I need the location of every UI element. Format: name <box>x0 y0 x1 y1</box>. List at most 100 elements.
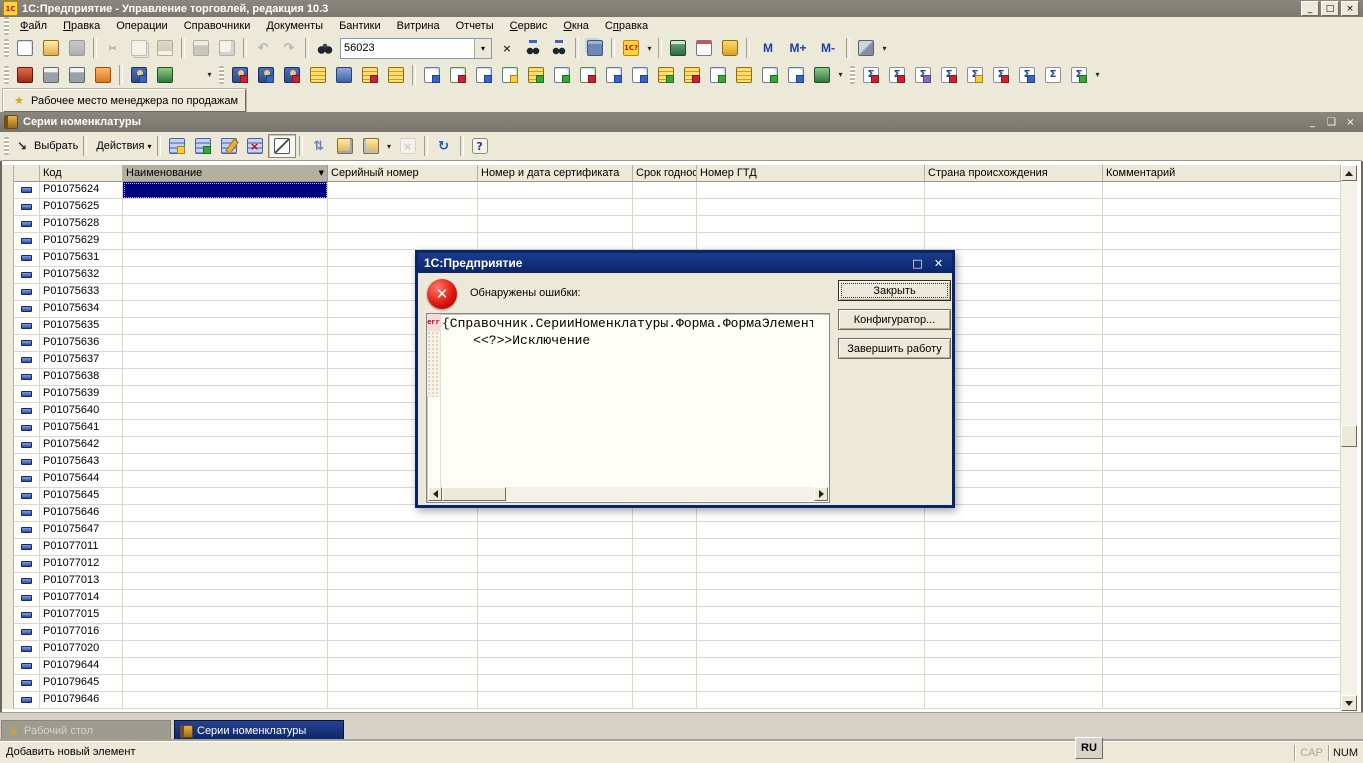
paste-icon[interactable] <box>152 37 178 59</box>
data-cell[interactable] <box>1103 284 1341 301</box>
cash-document-icon[interactable] <box>731 64 757 86</box>
print-document-icon[interactable] <box>64 64 90 86</box>
item-marker-cell[interactable] <box>14 386 40 403</box>
data-cell[interactable] <box>123 420 328 437</box>
help-dropdown-icon[interactable]: ▾ <box>644 37 655 59</box>
scroll-down-icon[interactable] <box>1341 695 1357 711</box>
data-cell[interactable] <box>123 607 328 624</box>
document-approve-icon[interactable] <box>705 64 731 86</box>
data-cell[interactable] <box>1103 590 1341 607</box>
data-cell[interactable] <box>1103 437 1341 454</box>
data-cell[interactable] <box>1103 420 1341 437</box>
data-cell[interactable] <box>123 573 328 590</box>
lock-session-icon[interactable] <box>717 37 743 59</box>
code-cell[interactable]: P01075628 <box>40 216 123 233</box>
language-indicator[interactable]: RU <box>1075 737 1103 759</box>
filter-settings-icon[interactable] <box>358 135 384 157</box>
cash-dropdown-icon[interactable]: ▾ <box>204 64 215 86</box>
toolbar-grip[interactable] <box>4 65 9 84</box>
end-session-button[interactable]: Завершить работу <box>838 338 951 359</box>
document-discount-icon[interactable] <box>757 64 783 86</box>
data-cell[interactable] <box>925 590 1103 607</box>
data-cell[interactable] <box>478 641 633 658</box>
menu-item-3[interactable]: Справочники <box>176 18 259 34</box>
table-row[interactable]: P01077014 <box>2 590 1361 607</box>
item-marker-cell[interactable] <box>14 573 40 590</box>
code-cell[interactable]: P01075638 <box>40 369 123 386</box>
data-cell[interactable] <box>123 233 328 250</box>
redo-icon[interactable]: ↷ <box>276 37 302 59</box>
data-cell[interactable] <box>633 675 697 692</box>
undo-icon[interactable]: ↶ <box>250 37 276 59</box>
data-cell[interactable] <box>123 335 328 352</box>
data-cell[interactable] <box>328 233 478 250</box>
menu-grip[interactable] <box>4 17 9 35</box>
item-marker-cell[interactable] <box>14 437 40 454</box>
data-cell[interactable] <box>328 522 478 539</box>
item-marker-cell[interactable] <box>14 284 40 301</box>
item-marker-cell[interactable] <box>14 250 40 267</box>
data-cell[interactable] <box>1103 233 1341 250</box>
data-cell[interactable] <box>1103 386 1341 403</box>
print-icon[interactable] <box>188 37 214 59</box>
data-cell[interactable] <box>1103 607 1341 624</box>
item-marker-cell[interactable] <box>14 182 40 199</box>
data-cell[interactable] <box>697 233 925 250</box>
remove-money-icon[interactable] <box>679 64 705 86</box>
code-cell[interactable]: P01075634 <box>40 301 123 318</box>
data-cell[interactable] <box>1103 505 1341 522</box>
data-cell[interactable] <box>478 199 633 216</box>
table-row[interactable]: P01077016 <box>2 624 1361 641</box>
calculator-icon[interactable] <box>665 37 691 59</box>
item-marker-cell[interactable] <box>14 369 40 386</box>
data-cell[interactable] <box>123 505 328 522</box>
data-cell[interactable] <box>697 199 925 216</box>
close-dialog-button[interactable]: Закрыть <box>838 280 951 301</box>
data-cell[interactable] <box>478 522 633 539</box>
print-form-icon[interactable] <box>90 64 116 86</box>
money-exchange-icon[interactable] <box>523 64 549 86</box>
data-cell[interactable] <box>123 267 328 284</box>
cash-register-icon[interactable] <box>178 64 204 86</box>
help-1c-icon[interactable]: 1С? <box>618 37 644 59</box>
clear-filter-icon[interactable]: × <box>395 135 421 157</box>
actions-button[interactable]: Действия ▾ <box>90 135 153 157</box>
data-cell[interactable] <box>697 573 925 590</box>
data-cell[interactable] <box>1103 556 1341 573</box>
money-icon[interactable] <box>383 64 409 86</box>
customer-invoice-icon[interactable] <box>305 64 331 86</box>
menu-item-5[interactable]: Бантики <box>331 18 389 34</box>
data-cell[interactable] <box>123 386 328 403</box>
code-cell[interactable]: P01075625 <box>40 199 123 216</box>
data-cell[interactable] <box>925 233 1103 250</box>
column-header-2[interactable]: Наименование ▼ <box>123 165 328 182</box>
item-marker-cell[interactable] <box>14 403 40 420</box>
data-cell[interactable] <box>123 301 328 318</box>
data-cell[interactable] <box>1103 658 1341 675</box>
item-marker-cell[interactable] <box>14 505 40 522</box>
data-cell[interactable] <box>1103 471 1341 488</box>
data-cell[interactable] <box>123 692 328 709</box>
data-cell[interactable] <box>1103 199 1341 216</box>
toolbar-grip[interactable] <box>4 137 9 155</box>
memory-m-button[interactable]: M <box>753 37 783 59</box>
save-icon[interactable] <box>64 37 90 59</box>
code-cell[interactable]: P01075647 <box>40 522 123 539</box>
quick-search-input[interactable] <box>341 39 474 57</box>
data-cell[interactable] <box>328 216 478 233</box>
import-document-icon[interactable] <box>445 64 471 86</box>
data-cell[interactable] <box>123 488 328 505</box>
data-cell[interactable] <box>925 692 1103 709</box>
item-marker-cell[interactable] <box>14 216 40 233</box>
data-cell[interactable] <box>123 318 328 335</box>
data-cell[interactable] <box>633 182 697 199</box>
delete-item-icon[interactable]: × <box>242 135 268 157</box>
document-copy-icon[interactable] <box>601 64 627 86</box>
documents-journal-icon[interactable] <box>12 64 38 86</box>
shipment-document-icon[interactable] <box>471 64 497 86</box>
item-marker-cell[interactable] <box>14 692 40 709</box>
code-cell[interactable]: P01077020 <box>40 641 123 658</box>
menu-item-0[interactable]: Файл <box>12 18 55 34</box>
data-cell[interactable] <box>478 624 633 641</box>
find-prev-icon[interactable] <box>546 37 572 59</box>
